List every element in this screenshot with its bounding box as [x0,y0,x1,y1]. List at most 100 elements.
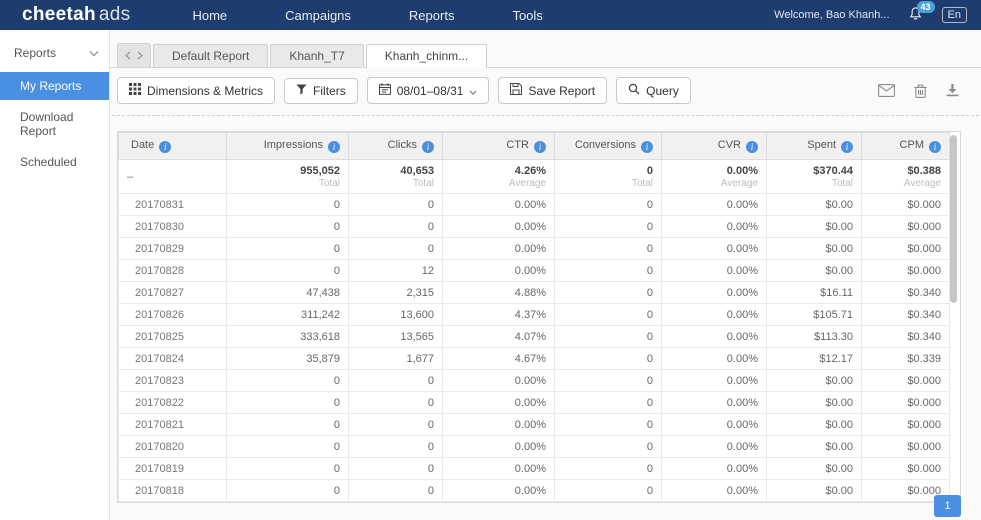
clicks-cell: 13,565 [348,325,443,348]
date-cell: 20170825 [118,325,227,348]
conversions-cell: 0 [554,391,662,414]
ctr-cell: 0.00% [442,391,555,414]
brand-light: ads [98,4,131,25]
table-row: 20170820 0 0 0.00% 0 0.00% $0.00 $0.000 [118,435,950,458]
cpm-cell: $0.000 [861,369,950,392]
column-header-spent: Spent i [766,132,862,160]
date-cell: 20170831 [118,193,227,216]
download-icon[interactable] [946,83,959,98]
nav-item-home[interactable]: Home [192,8,227,23]
cvr-cell: 0.00% [661,325,767,348]
cpm-cell: $0.000 [861,237,950,260]
spent-cell: $0.00 [766,391,862,414]
filters-button[interactable]: Filters [284,77,358,104]
clicks-cell: 0 [348,237,443,260]
tab-scroll-right-button[interactable] [137,47,144,65]
cpm-cell: $0.340 [861,325,950,348]
impressions-cell: 35,879 [226,347,349,370]
table-row: 20170824 35,879 1,677 4.67% 0 0.00% $12.… [118,347,950,370]
impressions-cell: 0 [226,435,349,458]
sidebar-item-download-report[interactable]: Download Report [0,103,109,145]
sidebar-section-label: Reports [14,46,57,60]
total-sublabel: Total [631,178,653,189]
query-button[interactable]: Query [616,77,691,104]
language-selector[interactable]: En [941,7,967,23]
clicks-cell: 0 [348,413,443,436]
dimensions-metrics-button[interactable]: Dimensions & Metrics [117,77,276,104]
ctr-cell: 0.00% [442,413,555,436]
cpm-cell: $0.000 [861,193,950,216]
tab-khanh-t7[interactable]: Khanh_T7 [270,44,364,67]
column-label: Clicks [387,139,417,151]
clicks-cell: 1,677 [348,347,443,370]
brand-logo[interactable]: cheetah ads [22,4,130,26]
table-header-row: Date i Impressions i Clicks i CTR i Conversi… [118,132,950,160]
spent-cell: $0.00 [766,479,862,502]
totals-cell: $370.44 Total [766,159,862,194]
info-icon[interactable]: i [841,141,853,153]
spent-cell: $0.00 [766,193,862,216]
trash-icon[interactable] [914,83,927,98]
date-cell: 20170820 [118,435,227,458]
query-label: Query [646,83,679,98]
total-sublabel: Average [903,178,941,189]
totals-cell: 0.00% Average [661,159,767,194]
totals-cell: $0.388 Average [861,159,950,194]
conversions-cell: 0 [554,237,662,260]
nav-item-campaigns[interactable]: Campaigns [285,8,351,23]
info-icon[interactable]: i [422,141,434,153]
cpm-cell: $0.000 [861,215,950,238]
info-icon[interactable]: i [746,141,758,153]
tab-khanh-chinm[interactable]: Khanh_chinm... [365,44,488,68]
info-icon[interactable]: i [929,141,941,153]
report-tab-bar: Default Report Khanh_T7 Khanh_chinm... [110,30,981,68]
column-header-conversions: Conversions i [554,132,662,160]
tab-default-report[interactable]: Default Report [153,44,269,67]
nav-item-reports[interactable]: Reports [409,8,455,23]
info-icon[interactable]: i [534,141,546,153]
table-row: 20170819 0 0 0.00% 0 0.00% $0.00 $0.000 [118,457,950,480]
table-scrollbar[interactable] [950,135,957,303]
impressions-cell: 0 [226,391,349,414]
cvr-cell: 0.00% [661,215,767,238]
sidebar-item-my-reports[interactable]: My Reports [0,72,109,100]
total-value: 4.26% [514,165,546,177]
filters-label: Filters [313,83,346,98]
table-row: 20170826 311,242 13,600 4.37% 0 0.00% $1… [118,303,950,326]
column-label: Impressions [263,139,323,151]
ctr-cell: 4.88% [442,281,555,304]
report-toolbar: Dimensions & Metrics Filters 08/01–08/31 [110,68,981,112]
tab-scroll-left-button[interactable] [124,47,131,65]
cvr-cell: 0.00% [661,457,767,480]
clicks-cell: 12 [348,259,443,282]
cvr-cell: 0.00% [661,435,767,458]
conversions-cell: 0 [554,369,662,392]
impressions-cell: 0 [226,237,349,260]
info-icon[interactable]: i [641,141,653,153]
mail-icon[interactable] [878,84,895,97]
clicks-cell: 0 [348,193,443,216]
page-1-button[interactable]: 1 [934,495,961,517]
impressions-cell: 0 [226,215,349,238]
cpm-cell: $0.339 [861,347,950,370]
clicks-cell: 0 [348,457,443,480]
date-range-button[interactable]: 08/01–08/31 [366,77,490,104]
sidebar-item-scheduled[interactable]: Scheduled [0,148,109,176]
column-label: CPM [899,139,924,151]
welcome-text: Welcome, Bao Khanh... [774,9,890,21]
save-report-button[interactable]: Save Report [498,77,608,104]
info-icon[interactable]: i [328,141,340,153]
date-cell: 20170828 [118,259,227,282]
cvr-cell: 0.00% [661,193,767,216]
spent-cell: $0.00 [766,237,862,260]
date-cell: 20170823 [118,369,227,392]
conversions-cell: 0 [554,413,662,436]
info-icon[interactable]: i [159,141,172,153]
sidebar-section-reports[interactable]: Reports [0,30,109,72]
column-label: Conversions [574,139,636,151]
impressions-cell: 0 [226,479,349,502]
nav-item-tools[interactable]: Tools [512,8,542,23]
notifications-button[interactable]: 43 [906,1,935,25]
cpm-cell: $0.000 [861,391,950,414]
ctr-cell: 0.00% [442,237,555,260]
